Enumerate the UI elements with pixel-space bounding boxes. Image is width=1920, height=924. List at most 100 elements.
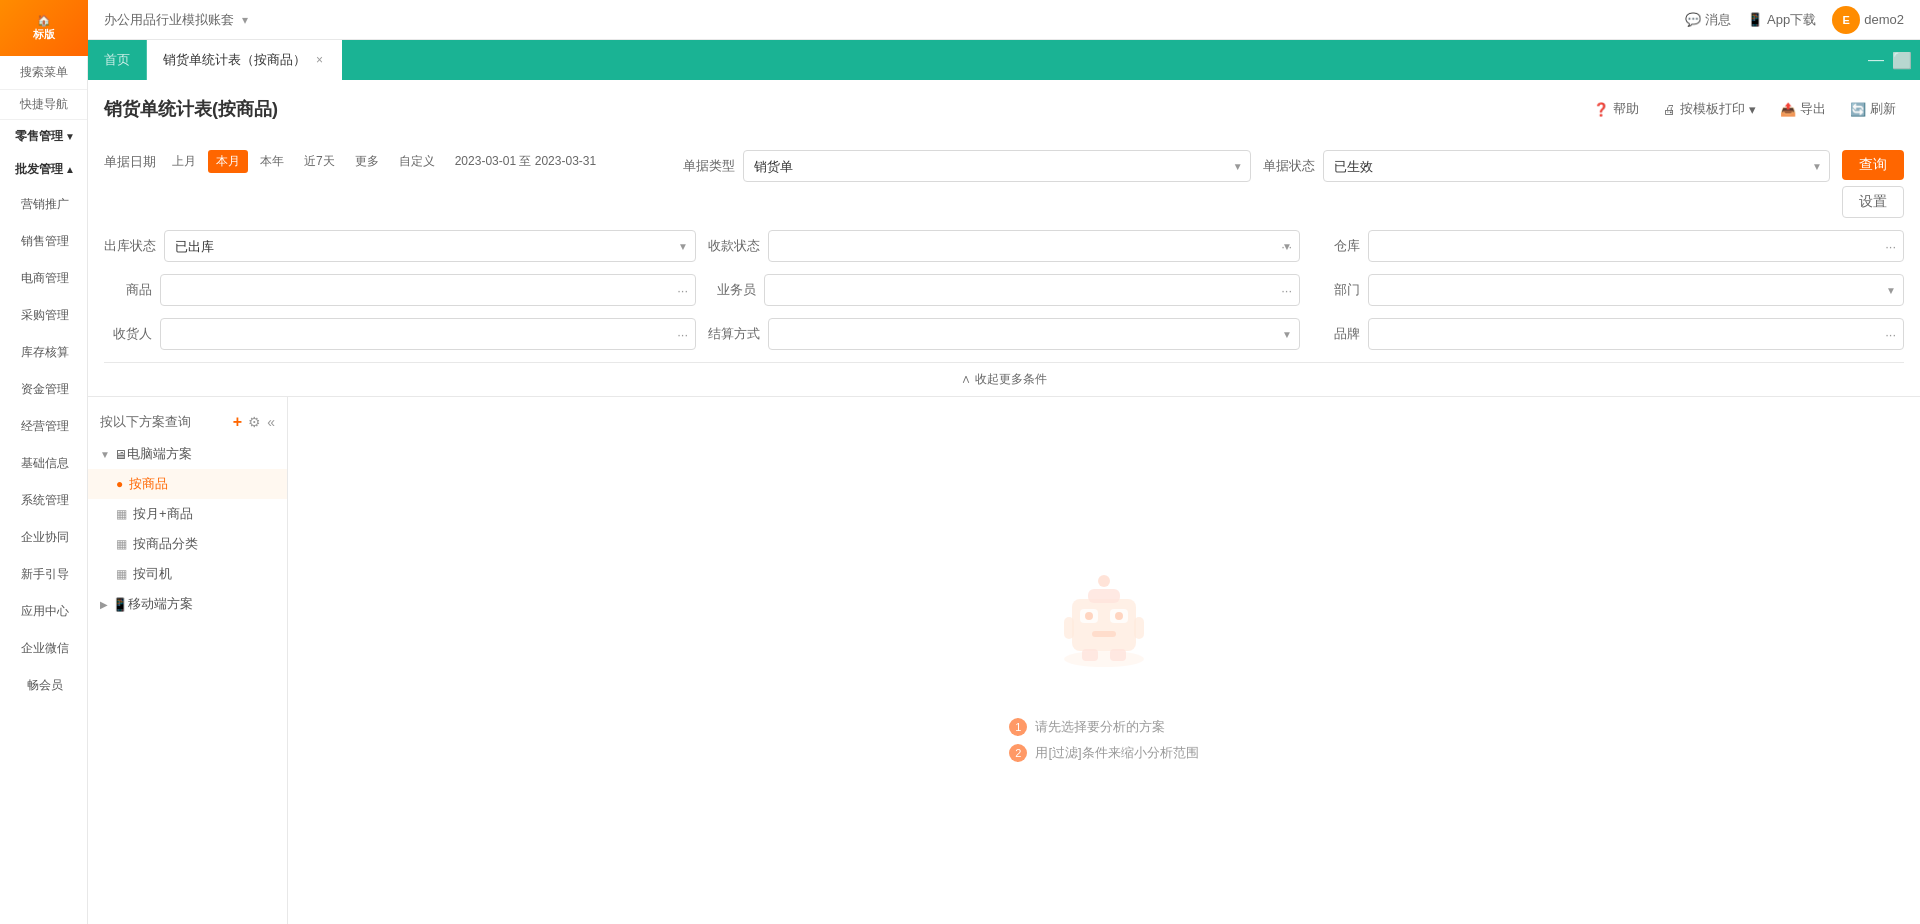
date-tab-this-year[interactable]: 本年 (252, 150, 292, 173)
topbar-app-download[interactable]: 📱 App下载 (1747, 11, 1816, 29)
scheme-header: 按以下方案查询 + ⚙ « (88, 405, 287, 439)
svg-point-4 (1085, 612, 1093, 620)
sidebar-item-vip[interactable]: 畅会员 (0, 667, 87, 704)
scheme-group-pc-header[interactable]: ▼ 🖥 电脑端方案 (88, 439, 287, 469)
scheme-group-pc: ▼ 🖥 电脑端方案 ● 按商品 ▦ 按月+商品 (88, 439, 287, 589)
date-tab-last-month[interactable]: 上月 (164, 150, 204, 173)
scheme-panel: 按以下方案查询 + ⚙ « ▼ 🖥 电脑端方案 (88, 397, 288, 924)
sidebar-item-basic[interactable]: 基础信息 (0, 445, 87, 482)
tab-sales-stats[interactable]: 销货单统计表（按商品） × (147, 40, 342, 80)
payment-status-dots[interactable]: ··· (1281, 239, 1292, 254)
scheme-item-by-category-icon: ▦ (116, 537, 127, 551)
help-btn[interactable]: ❓ 帮助 (1585, 96, 1647, 122)
template-print-label: 按模板打印 (1680, 100, 1745, 118)
sidebar-item-ecommerce[interactable]: 电商管理 (0, 260, 87, 297)
whole-page: 销货单统计表(按商品) ❓ 帮助 🖨 按模板打印 ▾ 📤 导出 (88, 80, 1920, 924)
receiver-input[interactable] (160, 318, 696, 350)
tip-text-2: 用[过滤]条件来缩小分析范围 (1035, 744, 1198, 762)
date-range-display: 2023-03-01 至 2023-03-31 (455, 153, 596, 170)
svg-point-0 (1064, 651, 1144, 667)
topbar-dropdown[interactable]: ▾ (242, 13, 248, 27)
collapse-label: ∧ 收起更多条件 (961, 372, 1046, 386)
empty-tips: 1 请先选择要分析的方案 2 用[过滤]条件来缩小分析范围 (1009, 718, 1198, 762)
doc-status-select[interactable]: 已生效 (1323, 150, 1830, 182)
svg-rect-6 (1092, 631, 1116, 637)
sidebar-item-operations[interactable]: 经营管理 (0, 408, 87, 445)
username-label: demo2 (1864, 12, 1904, 27)
tab-close-sales-stats[interactable]: × (314, 51, 325, 69)
sidebar-item-enterprise[interactable]: 企业协同 (0, 519, 87, 556)
scheme-item-by-driver-icon: ▦ (116, 567, 127, 581)
sidebar-item-wechat[interactable]: 企业微信 (0, 630, 87, 667)
topbar: 办公用品行业模拟账套 ▾ 💬 消息 📱 App下载 E demo2 (88, 0, 1920, 40)
logo[interactable]: 🏠 标版 (0, 0, 88, 56)
svg-rect-12 (1110, 649, 1126, 661)
topbar-user[interactable]: E demo2 (1832, 6, 1904, 34)
tip-number-2: 2 (1009, 744, 1027, 762)
brand-input[interactable] (1368, 318, 1904, 350)
date-tab-this-month[interactable]: 本月 (208, 150, 248, 173)
topbar-left: 办公用品行业模拟账套 ▾ (104, 11, 248, 29)
salesperson-input[interactable] (764, 274, 1300, 306)
payment-status-input[interactable] (768, 230, 1300, 262)
export-label: 导出 (1800, 100, 1826, 118)
date-tab-7days[interactable]: 近7天 (296, 150, 343, 173)
avatar: E (1832, 6, 1860, 34)
brand-dots[interactable]: ··· (1885, 327, 1896, 342)
department-select[interactable] (1368, 274, 1904, 306)
scheme-item-by-category[interactable]: ▦ 按商品分类 (88, 529, 287, 559)
filter-area: 单据日期 上月 本月 本年 近7天 更多 自定义 (88, 134, 1920, 397)
tab-sales-stats-label: 销货单统计表（按商品） (163, 51, 306, 69)
query-btn[interactable]: 查询 (1842, 150, 1904, 180)
doc-type-select[interactable]: 销货单 (743, 150, 1250, 182)
sidebar-item-system[interactable]: 系统管理 (0, 482, 87, 519)
sidebar-quicknav-label[interactable]: 快捷导航 (20, 97, 68, 111)
sidebar-search-label[interactable]: 搜索菜单 (20, 65, 68, 79)
goods-input[interactable] (160, 274, 696, 306)
warehouse-input[interactable] (1368, 230, 1904, 262)
sidebar-item-newguide[interactable]: 新手引导 (0, 556, 87, 593)
sidebar-item-marketing[interactable]: 营销推广 (0, 186, 87, 223)
receiver-dots[interactable]: ··· (677, 327, 688, 342)
app-download-label: App下载 (1767, 11, 1816, 29)
svg-rect-9 (1064, 617, 1074, 639)
page-header-area: 销货单统计表(按商品) ❓ 帮助 🖨 按模板打印 ▾ 📤 导出 (88, 80, 1920, 134)
date-tab-custom[interactable]: 自定义 (391, 150, 443, 173)
refresh-btn[interactable]: 🔄 刷新 (1842, 96, 1904, 122)
tabbar-right-icons: — ⬜ (1868, 51, 1920, 70)
sidebar-item-retail[interactable]: 零售管理 ▼ (0, 120, 87, 153)
tab-minimize-icon[interactable]: — (1868, 51, 1884, 69)
topbar-message[interactable]: 💬 消息 (1685, 11, 1731, 29)
sidebar-item-finance[interactable]: 资金管理 (0, 371, 87, 408)
top-actions: ❓ 帮助 🖨 按模板打印 ▾ 📤 导出 🔄 刷新 (1585, 96, 1904, 122)
warehouse-dots[interactable]: ··· (1885, 239, 1896, 254)
sidebar-item-wholesale[interactable]: 批发管理 ▲ (0, 153, 87, 186)
scheme-item-by-driver[interactable]: ▦ 按司机 (88, 559, 287, 589)
salesperson-dots[interactable]: ··· (1281, 283, 1292, 298)
payment-method-select[interactable] (768, 318, 1300, 350)
scheme-item-by-goods[interactable]: ● 按商品 (88, 469, 287, 499)
refresh-label: 刷新 (1870, 100, 1896, 118)
goods-dots[interactable]: ··· (677, 283, 688, 298)
warehouse-status-select[interactable]: 已出库 (164, 230, 696, 262)
sidebar-item-appcenter[interactable]: 应用中心 (0, 593, 87, 630)
settings-btn[interactable]: 设置 (1842, 186, 1904, 218)
date-tab-more[interactable]: 更多 (347, 150, 387, 173)
scheme-settings-icon[interactable]: ⚙ (248, 414, 261, 430)
sidebar-item-sales[interactable]: 销售管理 (0, 223, 87, 260)
sidebar-search-section: 搜索菜单 (0, 56, 87, 90)
print-dropdown-icon[interactable]: ▾ (1749, 102, 1756, 117)
scheme-add-icon[interactable]: + (233, 413, 242, 431)
sidebar: 🏠 标版 搜索菜单 快捷导航 零售管理 ▼ 批发管理 ▲ 营销推广 销售管理 电… (0, 0, 88, 924)
sidebar-item-purchase[interactable]: 采购管理 (0, 297, 87, 334)
export-btn[interactable]: 📤 导出 (1772, 96, 1834, 122)
collapse-btn[interactable]: ∧ 收起更多条件 (104, 362, 1904, 396)
scheme-group-mobile-header[interactable]: ▶ 📱 移动端方案 (88, 589, 287, 619)
tab-home[interactable]: 首页 (88, 40, 147, 80)
help-label: 帮助 (1613, 100, 1639, 118)
sidebar-item-inventory[interactable]: 库存核算 (0, 334, 87, 371)
tab-maximize-icon[interactable]: ⬜ (1892, 51, 1912, 70)
scheme-collapse-icon[interactable]: « (267, 414, 275, 430)
scheme-item-by-month-goods[interactable]: ▦ 按月+商品 (88, 499, 287, 529)
template-print-btn[interactable]: 🖨 按模板打印 ▾ (1655, 96, 1764, 122)
